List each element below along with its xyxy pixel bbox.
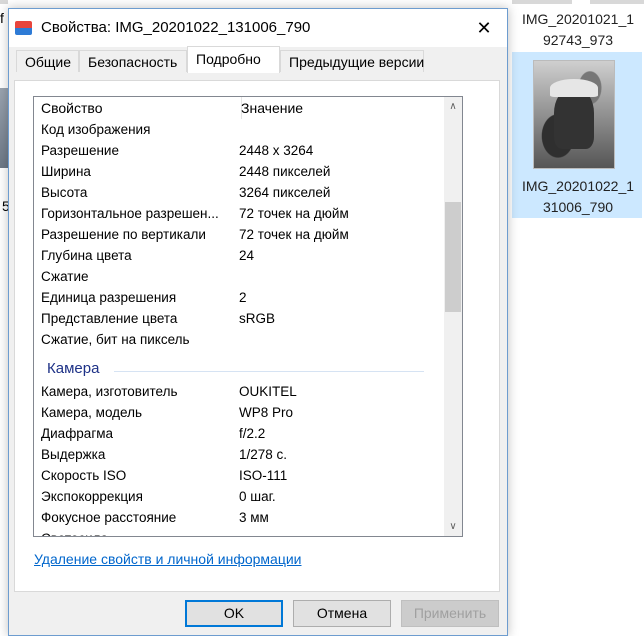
explorer-partial-thumbnail[interactable] [0,88,8,168]
group-divider [114,371,424,372]
property-row[interactable]: Выдержка 1/278 с. [34,444,444,465]
group-camera: Камера [34,350,444,381]
property-name: Высота [41,185,88,200]
explorer-top-strip [512,0,572,4]
property-value: sRGB [239,311,276,326]
property-name: Камера, модель [41,405,143,420]
property-row[interactable]: Скорость ISO ISO-111 [34,465,444,486]
property-value: 2 [239,290,247,305]
property-row[interactable]: Код изображения [34,119,444,140]
property-name: Диафрагма [41,426,114,441]
property-row[interactable]: Камера, модель WP8 Pro [34,402,444,423]
property-rows: Код изображения Разрешение 2448 x 3264 Шири… [34,119,444,536]
property-value: 2448 x 3264 [239,143,314,158]
property-name: Разрешение по вертикали [41,227,206,242]
property-row[interactable]: Единица разрешения 2 [34,287,444,308]
property-name: Глубина цвета [41,248,132,263]
property-row[interactable]: Экспокоррекция 0 шаг. [34,486,444,507]
property-row[interactable]: Камера, изготовитель OUKITEL [34,381,444,402]
property-row[interactable]: Высота 3264 пикселей [34,182,444,203]
property-row[interactable]: Глубина цвета 24 [34,245,444,266]
property-name: Единица разрешения [41,290,177,305]
tab-details[interactable]: Подробно [187,46,280,73]
column-header-value[interactable]: Значение [234,97,431,119]
group-header-camera: Камера [47,360,100,377]
properties-list[interactable]: Свойство Значение Код изображения Разреше… [33,96,463,537]
file-thumbnail-label: IMG_20201022_1 31006_790 [521,178,635,215]
property-value: 24 [239,248,255,263]
list-header: Свойство Значение [34,97,444,119]
window-title: Свойства: IMG_20201022_131006_790 [41,19,311,36]
property-name: Выдержка [41,447,106,462]
tab-previous-versions[interactable]: Предыдущие версии [280,50,424,72]
title-bar[interactable]: Свойства: IMG_20201022_131006_790 ✕ [9,9,507,47]
property-row[interactable]: Светосила [34,528,444,536]
property-name: Горизонтальное разрешен... [41,206,219,221]
close-icon: ✕ [476,18,492,38]
property-name: Сжатие [41,269,89,284]
property-row[interactable]: Горизонтальное разрешен... 72 точек на дю… [34,203,444,224]
column-header-property[interactable]: Свойство [34,97,241,119]
property-name: Разрешение [41,143,119,158]
property-name: Камера, изготовитель [41,384,178,399]
scroll-up-icon[interactable]: ∧ [444,98,462,115]
cancel-button[interactable]: Отмена [293,600,391,627]
property-value: 2448 пикселей [239,164,331,179]
property-name: Представление цвета [41,311,178,326]
property-name: Ширина [41,164,91,179]
property-value: 72 точек на дюйм [239,206,349,221]
ok-button[interactable]: OK [185,600,283,627]
scrollbar-thumb[interactable] [445,202,461,312]
property-value: f/2.2 [239,426,266,441]
property-name: Экспокоррекция [41,489,143,504]
vertical-scrollbar[interactable]: ∧ ∨ [444,97,462,536]
property-name: Светосила [41,528,231,536]
property-row[interactable]: Представление цвета sRGB [34,308,444,329]
explorer-top-strip [0,0,8,4]
apply-button[interactable]: Применить [401,600,499,627]
property-name: Скорость ISO [41,468,127,483]
property-value: ISO-111 [239,468,288,483]
property-row[interactable]: Диафрагма f/2.2 [34,423,444,444]
remove-properties-link[interactable]: Удаление свойств и личной информации [34,551,302,567]
tab-security[interactable]: Безопасность [79,50,187,72]
property-value: 72 точек на дюйм [239,227,349,242]
property-value: 3264 пикселей [239,185,331,200]
property-name: Код изображения [41,122,151,137]
property-value: 3 мм [239,510,269,525]
property-value: WP8 Pro [239,405,294,420]
property-value: OUKITEL [239,384,297,399]
property-value: 1/278 с. [239,447,288,462]
close-button[interactable]: ✕ [461,9,507,47]
tab-general[interactable]: Общие [16,50,79,72]
scroll-down-icon[interactable]: ∨ [444,518,462,535]
app-icon [15,21,32,35]
property-row[interactable]: Разрешение по вертикали 72 точек на дюйм [34,224,444,245]
property-value: 0 шаг. [239,489,276,504]
property-name: Фокусное расстояние [41,510,177,525]
property-row[interactable]: Сжатие [34,266,444,287]
explorer-top-strip [590,0,644,4]
file-thumbnail-label: IMG_20201021_1 92743_973 [521,11,635,48]
property-name: Сжатие, бит на пиксель [41,332,190,347]
property-row[interactable]: Сжатие, бит на пиксель [34,329,444,350]
property-row[interactable]: Разрешение 2448 x 3264 [34,140,444,161]
property-row[interactable]: Фокусное расстояние 3 мм [34,507,444,528]
photo-thumbnail [533,60,615,169]
explorer-partial-text: f [0,10,4,26]
property-row[interactable]: Ширина 2448 пикселей [34,161,444,182]
